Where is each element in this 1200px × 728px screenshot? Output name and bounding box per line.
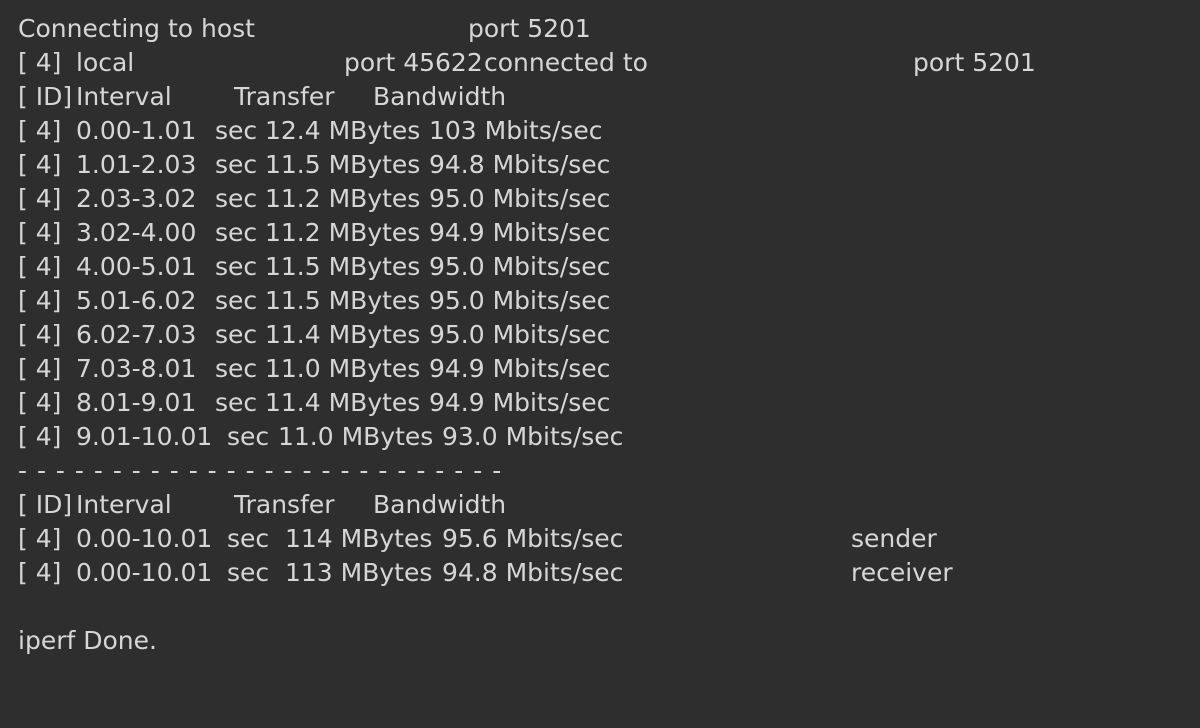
cell-unit: sec	[215, 284, 257, 318]
col-interval: Interval	[76, 80, 172, 114]
local-label: local	[76, 46, 134, 80]
col-transfer: Transfer	[234, 80, 335, 114]
cell-id: [ 4]	[18, 318, 61, 352]
connected-to: connected to	[484, 46, 648, 80]
cell-unit: sec	[227, 420, 269, 454]
cell-bandwidth: 94.9 Mbits/sec	[429, 352, 610, 386]
col-id: [ ID]	[18, 488, 72, 522]
connecting-line: Connecting to host port 5201	[18, 12, 1178, 46]
summary-row: [ 4] 0.00-10.01 sec 113 MBytes 94.8 Mbit…	[18, 556, 1178, 590]
cell-role: sender	[851, 522, 937, 556]
cell-transfer: 11.5 MBytes	[265, 148, 420, 182]
cell-transfer: 11.4 MBytes	[265, 386, 420, 420]
terminal-output: Connecting to host port 5201 [ 4] local …	[0, 0, 1200, 658]
cell-bandwidth: 94.8 Mbits/sec	[429, 148, 610, 182]
col-transfer: Transfer	[234, 488, 335, 522]
cell-interval: 9.01-10.01	[76, 420, 212, 454]
cell-role: receiver	[851, 556, 953, 590]
done-line: iperf Done.	[18, 624, 1178, 658]
separator: - - - - - - - - - - - - - - - - - - - - …	[18, 454, 502, 488]
table-row: [ 4] 6.02-7.03 sec 11.4 MBytes 95.0 Mbit…	[18, 318, 1178, 352]
summary-row: [ 4] 0.00-10.01 sec 114 MBytes 95.6 Mbit…	[18, 522, 1178, 556]
cell-bandwidth: 103 Mbits/sec	[429, 114, 602, 148]
cell-unit: sec	[215, 114, 257, 148]
cell-unit: sec	[215, 182, 257, 216]
local-port: port 45622	[344, 46, 483, 80]
cell-unit: sec	[227, 522, 269, 556]
cell-id: [ 4]	[18, 420, 61, 454]
cell-transfer: 11.4 MBytes	[265, 318, 420, 352]
header-row: [ ID] Interval Transfer Bandwidth	[18, 488, 1178, 522]
cell-transfer: 11.2 MBytes	[265, 216, 420, 250]
cell-unit: sec	[215, 386, 257, 420]
col-interval: Interval	[76, 488, 172, 522]
cell-unit: sec	[215, 216, 257, 250]
table-row: [ 4] 3.02-4.00 sec 11.2 MBytes 94.9 Mbit…	[18, 216, 1178, 250]
cell-id: [ 4]	[18, 556, 61, 590]
cell-interval: 7.03-8.01	[76, 352, 196, 386]
cell-transfer: 11.5 MBytes	[265, 250, 420, 284]
col-id: [ ID]	[18, 80, 72, 114]
local-line: [ 4] local port 45622 connected to port …	[18, 46, 1178, 80]
cell-interval: 0.00-10.01	[76, 522, 212, 556]
table-row: [ 4] 5.01-6.02 sec 11.5 MBytes 95.0 Mbit…	[18, 284, 1178, 318]
cell-unit: sec	[215, 148, 257, 182]
col-bandwidth: Bandwidth	[373, 80, 506, 114]
connecting-text: Connecting to host	[18, 12, 255, 46]
cell-transfer: 11.0 MBytes	[265, 352, 420, 386]
cell-interval: 5.01-6.02	[76, 284, 196, 318]
cell-bandwidth: 94.8 Mbits/sec	[442, 556, 623, 590]
cell-interval: 4.00-5.01	[76, 250, 196, 284]
separator-line: - - - - - - - - - - - - - - - - - - - - …	[18, 454, 1178, 488]
cell-interval: 2.03-3.02	[76, 182, 196, 216]
header-row: [ ID] Interval Transfer Bandwidth	[18, 80, 1178, 114]
cell-id: [ 4]	[18, 182, 61, 216]
remote-port: port 5201	[913, 46, 1036, 80]
cell-transfer: 11.0 MBytes	[278, 420, 433, 454]
cell-id: [ 4]	[18, 148, 61, 182]
cell-id: [ 4]	[18, 250, 61, 284]
cell-id: [ 4]	[18, 522, 61, 556]
cell-transfer: 12.4 MBytes	[265, 114, 420, 148]
cell-interval: 6.02-7.03	[76, 318, 196, 352]
cell-bandwidth: 94.9 Mbits/sec	[429, 386, 610, 420]
cell-unit: sec	[227, 556, 269, 590]
table-row: [ 4] 2.03-3.02 sec 11.2 MBytes 95.0 Mbit…	[18, 182, 1178, 216]
cell-id: [ 4]	[18, 114, 61, 148]
col-bandwidth: Bandwidth	[373, 488, 506, 522]
cell-unit: sec	[215, 318, 257, 352]
cell-transfer: 11.2 MBytes	[265, 182, 420, 216]
cell-unit: sec	[215, 250, 257, 284]
cell-bandwidth: 95.0 Mbits/sec	[429, 284, 610, 318]
connecting-port: port 5201	[468, 12, 591, 46]
table-row: [ 4] 0.00-1.01 sec 12.4 MBytes 103 Mbits…	[18, 114, 1178, 148]
cell-id: [ 4]	[18, 284, 61, 318]
cell-id: [ 4]	[18, 386, 61, 420]
table-row: [ 4] 1.01-2.03 sec 11.5 MBytes 94.8 Mbit…	[18, 148, 1178, 182]
cell-interval: 0.00-1.01	[76, 114, 196, 148]
blank-line	[18, 590, 1178, 624]
cell-bandwidth: 95.0 Mbits/sec	[429, 182, 610, 216]
cell-id: [ 4]	[18, 352, 61, 386]
cell-interval: 8.01-9.01	[76, 386, 196, 420]
cell-interval: 1.01-2.03	[76, 148, 196, 182]
table-row: [ 4] 8.01-9.01 sec 11.4 MBytes 94.9 Mbit…	[18, 386, 1178, 420]
iperf-done: iperf Done.	[18, 624, 157, 658]
cell-bandwidth: 95.0 Mbits/sec	[429, 250, 610, 284]
cell-bandwidth: 95.6 Mbits/sec	[442, 522, 623, 556]
cell-bandwidth: 93.0 Mbits/sec	[442, 420, 623, 454]
cell-bandwidth: 94.9 Mbits/sec	[429, 216, 610, 250]
cell-bandwidth: 95.0 Mbits/sec	[429, 318, 610, 352]
cell-transfer: 113 MBytes	[285, 556, 432, 590]
cell-interval: 3.02-4.00	[76, 216, 196, 250]
cell-transfer: 114 MBytes	[285, 522, 432, 556]
table-row: [ 4] 4.00-5.01 sec 11.5 MBytes 95.0 Mbit…	[18, 250, 1178, 284]
cell-id: [ 4]	[18, 216, 61, 250]
table-row: [ 4] 9.01-10.01 sec 11.0 MBytes 93.0 Mbi…	[18, 420, 1178, 454]
table-row: [ 4] 7.03-8.01 sec 11.0 MBytes 94.9 Mbit…	[18, 352, 1178, 386]
stream-id: [ 4]	[18, 46, 61, 80]
cell-interval: 0.00-10.01	[76, 556, 212, 590]
cell-unit: sec	[215, 352, 257, 386]
cell-transfer: 11.5 MBytes	[265, 284, 420, 318]
